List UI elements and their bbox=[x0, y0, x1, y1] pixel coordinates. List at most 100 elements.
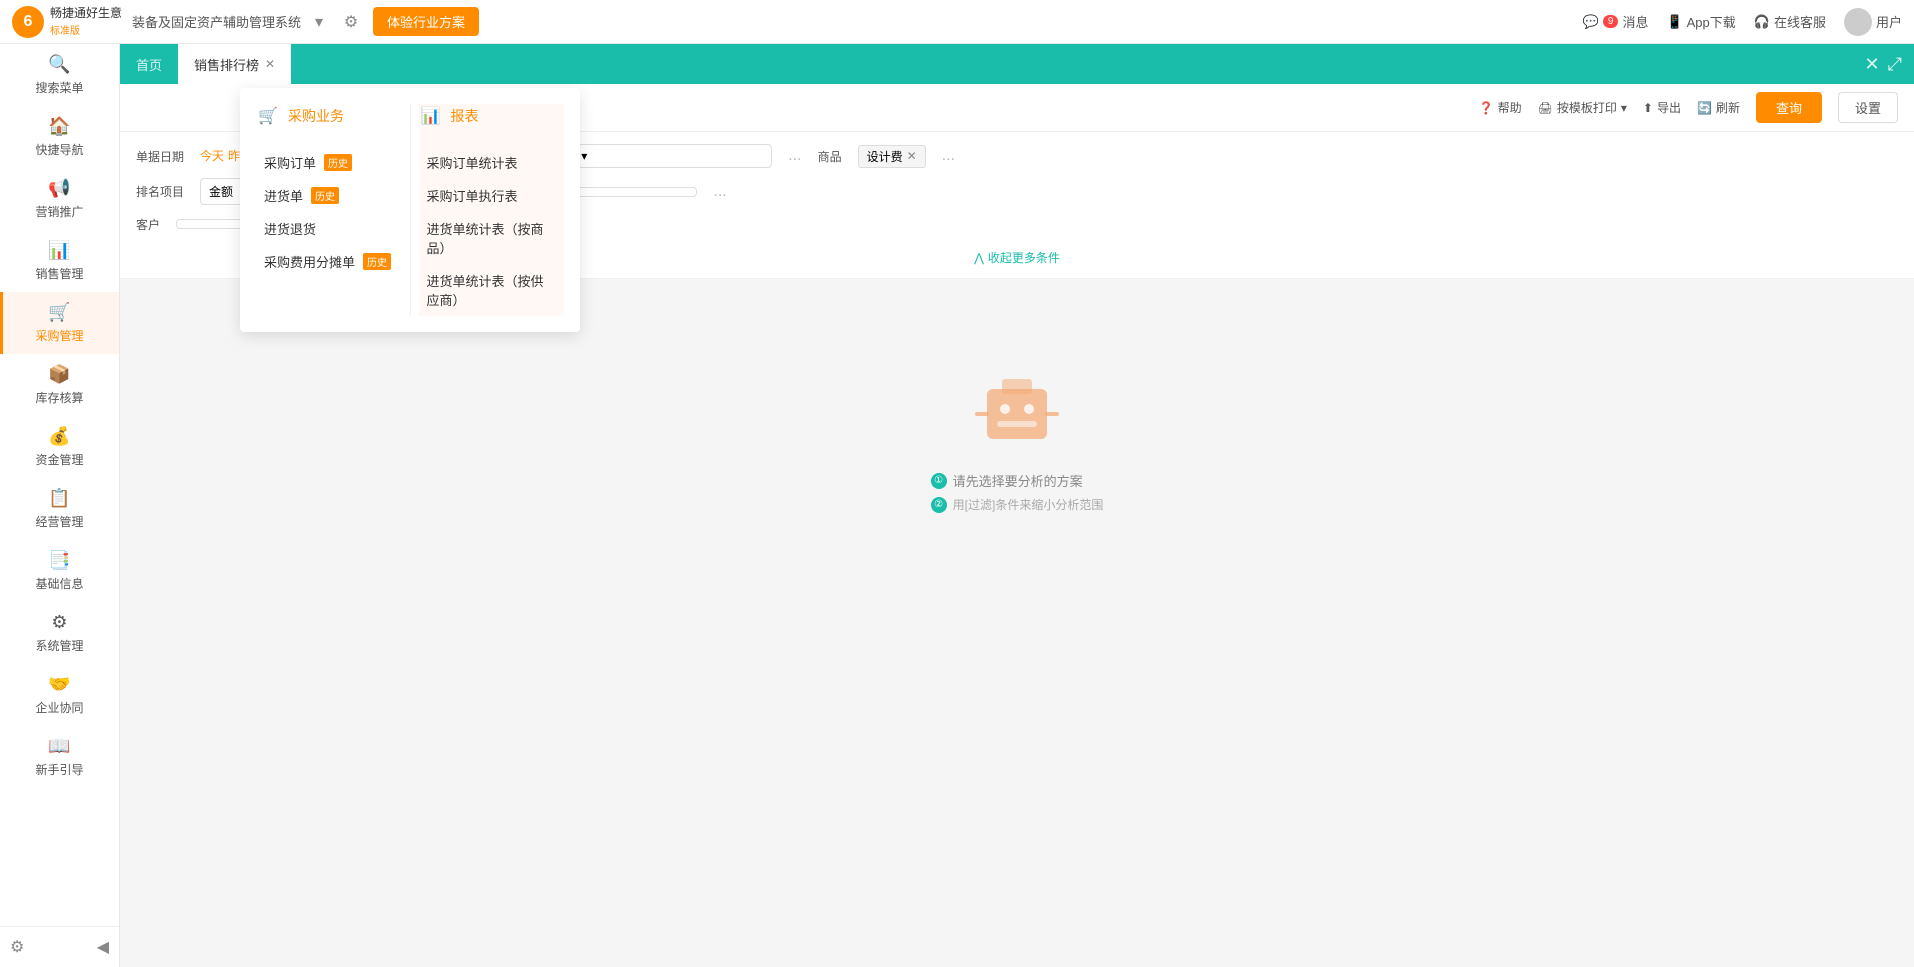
tab-home-label: 首页 bbox=[136, 55, 162, 74]
operation-icon: 📋 bbox=[48, 488, 70, 509]
help-icon: ❓ bbox=[1479, 101, 1494, 115]
print-label: 按模板打印 bbox=[1557, 99, 1617, 116]
voucher-status-select[interactable]: ▾ bbox=[572, 144, 772, 168]
sidebar-label-guide: 新手引导 bbox=[35, 761, 83, 778]
industry-btn[interactable]: 体验行业方案 bbox=[373, 7, 479, 36]
settings-btn[interactable]: 设置 bbox=[1838, 92, 1898, 123]
hist-badge-expense: 历史 bbox=[363, 253, 391, 270]
voucher-status-chevron: ▾ bbox=[581, 149, 587, 163]
dropdown-item-return[interactable]: 进货退货 bbox=[256, 212, 402, 245]
inbound-label: 进货单 bbox=[264, 186, 303, 205]
sidebar-settings-btn[interactable]: ⚙ bbox=[10, 937, 24, 957]
sidebar-item-enterprise[interactable]: 🤝 企业协同 bbox=[0, 664, 119, 726]
report-col-icon: 📊 bbox=[419, 104, 443, 128]
dropdown-item-inbound-stat-supplier[interactable]: 进货单统计表（按供应商） bbox=[419, 264, 565, 316]
sidebar-item-system[interactable]: ⚙ 系统管理 bbox=[0, 602, 119, 664]
app-download-label: App下载 bbox=[1687, 12, 1736, 31]
messages-btn[interactable]: 💬 9 消息 bbox=[1583, 12, 1649, 31]
tab-sales-ranking[interactable]: 销售排行榜 ✕ bbox=[178, 44, 291, 84]
dropdown-item-inbound[interactable]: 进货单 历史 bbox=[256, 179, 402, 212]
sidebar-label-purchase: 采购管理 bbox=[35, 327, 83, 344]
refresh-btn[interactable]: 🔄 刷新 bbox=[1697, 99, 1740, 116]
finance-icon: 💰 bbox=[48, 426, 70, 447]
refresh-icon: 🔄 bbox=[1697, 101, 1712, 115]
export-icon: ⬆ bbox=[1643, 101, 1653, 115]
goods-dots[interactable]: ... bbox=[942, 147, 955, 165]
quick-date-today[interactable]: 今天 bbox=[200, 147, 224, 165]
hint1-num: ① bbox=[931, 473, 947, 489]
basic-info-icon: 📑 bbox=[48, 550, 70, 571]
system-dropdown-icon[interactable]: ▾ bbox=[309, 12, 329, 32]
sidebar-item-quick-nav[interactable]: 🏠 快捷导航 bbox=[0, 106, 119, 168]
report-col-header: 📊 报表 bbox=[419, 104, 565, 134]
user-label: 用户 bbox=[1876, 12, 1902, 31]
empty-hint-1-row: ① 请先选择要分析的方案 bbox=[931, 471, 1083, 490]
goods-tag[interactable]: 设计费 ✕ bbox=[858, 145, 926, 168]
salesman-dots[interactable]: ... bbox=[713, 183, 726, 201]
logo-area: 6 畅捷通好生意 标准版 bbox=[12, 6, 132, 38]
goods-label: 商品 bbox=[818, 148, 842, 165]
tab-close-btn[interactable]: ✕ bbox=[265, 57, 275, 71]
export-btn[interactable]: ⬆ 导出 bbox=[1643, 99, 1681, 116]
sidebar-item-operation[interactable]: 📋 经营管理 bbox=[0, 478, 119, 540]
collapse-icon: ⋀ bbox=[974, 251, 984, 265]
goods-tag-close[interactable]: ✕ bbox=[907, 149, 917, 163]
message-icon: 💬 bbox=[1583, 14, 1599, 30]
sidebar-collapse-btn[interactable]: ◀ bbox=[97, 937, 109, 957]
query-btn[interactable]: 查询 bbox=[1756, 92, 1822, 123]
message-count-badge: 9 bbox=[1603, 15, 1619, 28]
collapse-label: 收起更多条件 bbox=[988, 249, 1060, 266]
date-label: 单据日期 bbox=[136, 148, 184, 165]
dropdown-item-purchase-order[interactable]: 采购订单 历史 bbox=[256, 146, 402, 179]
main-layout: 🔍 搜索菜单 🏠 快捷导航 📢 营销推广 📊 销售管理 🛒 采购管理 📦 库存核… bbox=[0, 44, 1914, 967]
sidebar-item-guide[interactable]: 📖 新手引导 bbox=[0, 726, 119, 788]
sidebar-item-search-menu[interactable]: 🔍 搜索菜单 bbox=[0, 44, 119, 106]
hist-badge-purchase-order: 历史 bbox=[324, 154, 352, 171]
topbar: 6 畅捷通好生意 标准版 装备及固定资产辅助管理系统 ▾ ⚙ 体验行业方案 💬 … bbox=[0, 0, 1914, 44]
return-label: 进货退货 bbox=[264, 219, 316, 238]
messages-label: 消息 bbox=[1622, 12, 1648, 31]
print-template-btn[interactable]: 🖨 按模板打印 ▾ bbox=[1538, 99, 1627, 116]
dropdown-item-inbound-stat-goods[interactable]: 进货单统计表（按商品） bbox=[419, 212, 565, 264]
logo-text: 畅捷通好生意 bbox=[50, 6, 122, 22]
user-btn[interactable]: 用户 bbox=[1844, 8, 1902, 36]
topbar-mid: 装备及固定资产辅助管理系统 ▾ ⚙ 体验行业方案 bbox=[132, 7, 1583, 36]
purchase-icon: 🛒 bbox=[48, 302, 70, 323]
expense-label: 采购费用分摊单 bbox=[264, 252, 355, 271]
search-menu-icon: 🔍 bbox=[48, 54, 70, 75]
refresh-label: 刷新 bbox=[1716, 99, 1740, 116]
help-btn[interactable]: ❓ 帮助 bbox=[1479, 99, 1522, 116]
sidebar-item-marketing[interactable]: 📢 营销推广 bbox=[0, 168, 119, 230]
dropdown-item-purchase-order-stat[interactable]: 采购订单统计表 bbox=[419, 146, 565, 179]
voucher-status-dots[interactable]: ... bbox=[788, 147, 801, 165]
sidebar-item-basic-info[interactable]: 📑 基础信息 bbox=[0, 540, 119, 602]
topbar-settings-icon[interactable]: ⚙ bbox=[337, 8, 365, 36]
inbound-stat-supplier-label: 进货单统计表（按供应商） bbox=[427, 271, 557, 309]
tab-expand-action[interactable]: ⤢ bbox=[1888, 54, 1902, 75]
sidebar-item-sales[interactable]: 📊 销售管理 bbox=[0, 230, 119, 292]
tab-actions: ✕ ⤢ bbox=[1865, 54, 1914, 75]
dropdown-columns: 🛒 采购业务 采购订单 历史 进货单 历史 进货退货 bbox=[256, 104, 564, 316]
goods-tag-text: 设计费 bbox=[867, 148, 903, 165]
empty-illustration bbox=[957, 359, 1077, 459]
sidebar-label-system: 系统管理 bbox=[35, 637, 83, 654]
app-download-btn[interactable]: 📱 App下载 bbox=[1666, 12, 1735, 31]
phone-icon: 📱 bbox=[1666, 14, 1682, 30]
print-dropdown-icon: ▾ bbox=[1621, 101, 1627, 115]
tab-close-action[interactable]: ✕ bbox=[1865, 54, 1880, 75]
sidebar-item-purchase[interactable]: 🛒 采购管理 bbox=[0, 292, 119, 354]
enterprise-icon: 🤝 bbox=[48, 674, 70, 695]
logo-icon: 6 bbox=[12, 6, 44, 38]
avatar bbox=[1844, 8, 1872, 36]
sidebar-bottom: ⚙ ◀ bbox=[0, 926, 119, 967]
dropdown-item-expense[interactable]: 采购费用分摊单 历史 bbox=[256, 245, 402, 278]
sidebar-item-finance[interactable]: 💰 资金管理 bbox=[0, 416, 119, 478]
online-service-btn[interactable]: 🎧 在线客服 bbox=[1754, 12, 1826, 31]
sidebar-label-inventory: 库存核算 bbox=[35, 389, 83, 406]
dropdown-item-purchase-order-exec[interactable]: 采购订单执行表 bbox=[419, 179, 565, 212]
online-service-label: 在线客服 bbox=[1774, 12, 1826, 31]
sidebar: 🔍 搜索菜单 🏠 快捷导航 📢 营销推广 📊 销售管理 🛒 采购管理 📦 库存核… bbox=[0, 44, 120, 967]
sidebar-item-inventory[interactable]: 📦 库存核算 bbox=[0, 354, 119, 416]
topbar-right: 💬 9 消息 📱 App下载 🎧 在线客服 用户 bbox=[1583, 8, 1902, 36]
tab-home[interactable]: 首页 bbox=[120, 44, 178, 84]
